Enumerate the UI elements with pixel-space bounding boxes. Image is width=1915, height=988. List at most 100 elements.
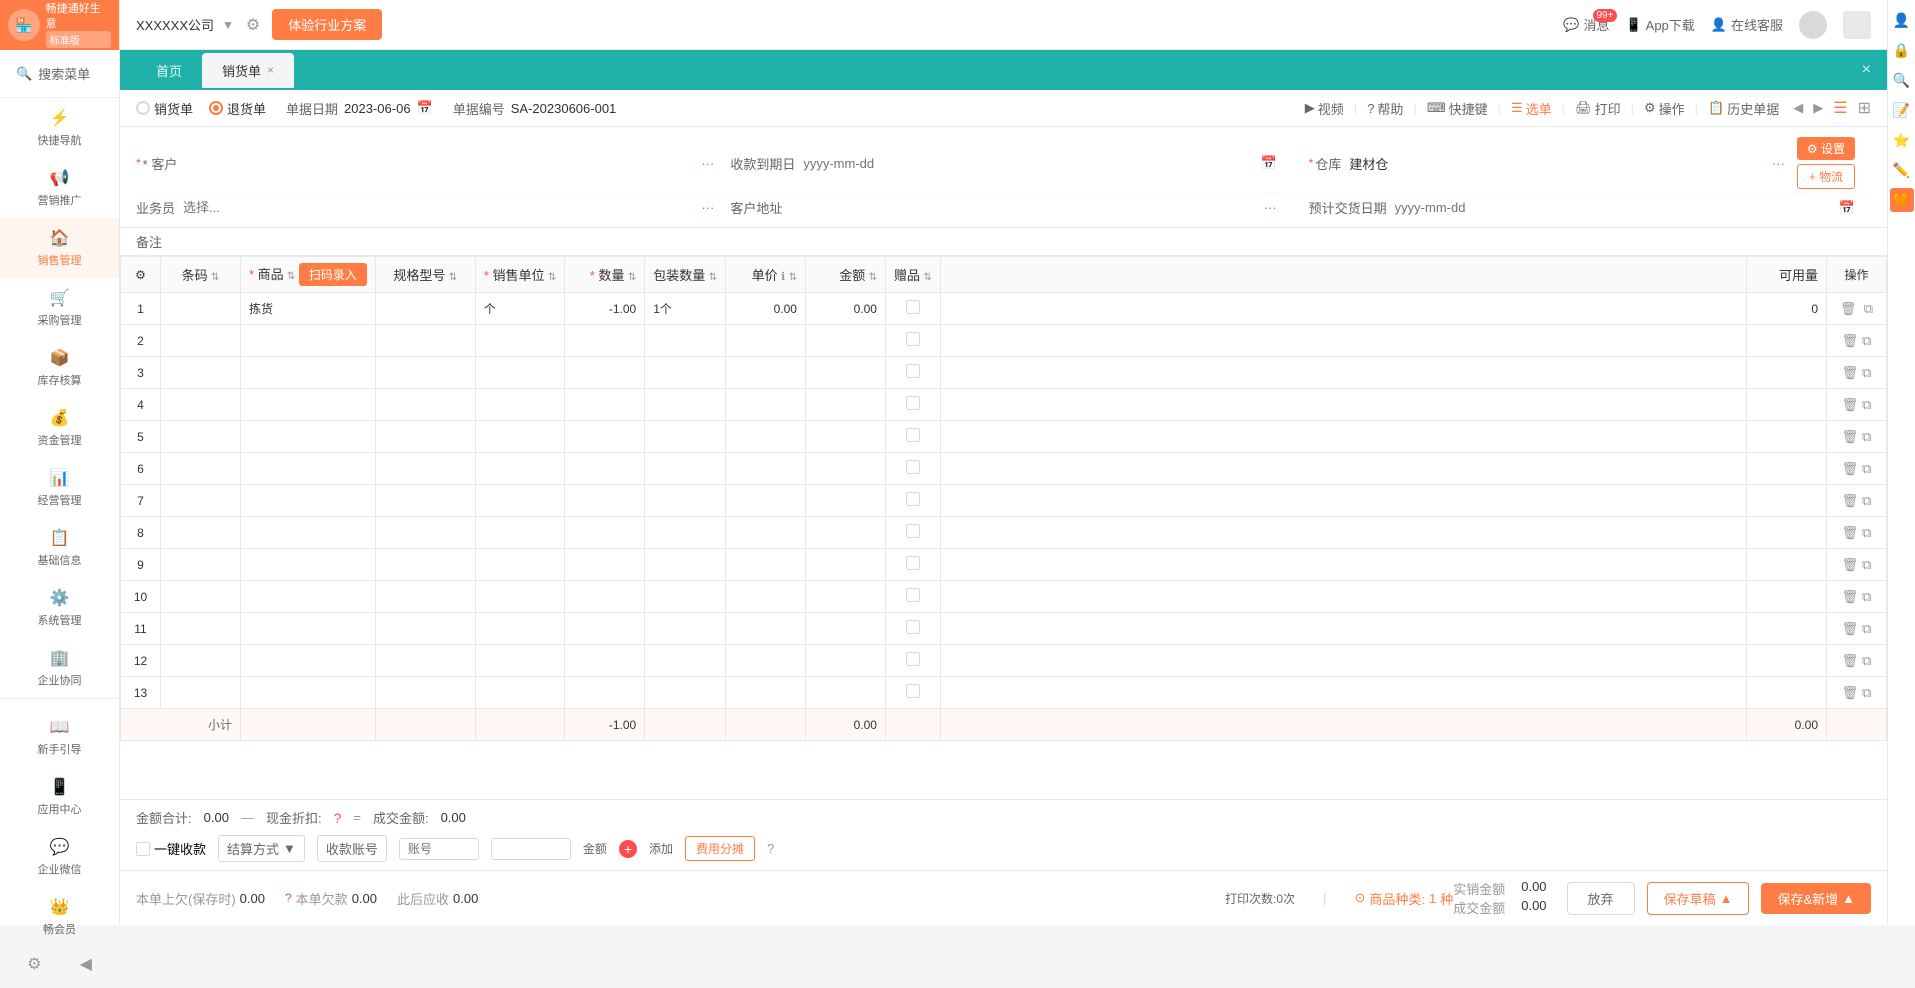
logistics-btn[interactable]: + 物流 (1797, 164, 1855, 189)
customer-input[interactable] (185, 156, 697, 171)
app-download-btn[interactable]: 📱 App下载 (1625, 15, 1694, 34)
sidebar-item-marketing[interactable]: 📢 营销推广 (0, 158, 119, 218)
delete-row-btn[interactable]: 🗑 (1842, 557, 1859, 572)
sidebar-item-guide[interactable]: 📖 新手引导 (0, 707, 119, 767)
nav-prev[interactable]: ◀ (1793, 100, 1803, 116)
search-menu-item[interactable]: 🔍 搜索菜单 (8, 58, 111, 89)
delete-row-btn[interactable]: 🗑 (1842, 493, 1859, 508)
trial-btn[interactable]: 体验行业方案 (272, 9, 382, 40)
save-new-btn[interactable]: 保存&新增 ▲ (1761, 883, 1871, 914)
payment-due-calendar-icon[interactable]: 📅 (1260, 155, 1276, 171)
sidebar-item-member[interactable]: 👑 畅会员 (0, 887, 119, 947)
tab-close-all[interactable]: × (1842, 61, 1871, 79)
delete-row-btn[interactable]: 🗑 (1842, 653, 1859, 668)
operate-link[interactable]: ⚙ 操作 (1644, 99, 1685, 118)
account-number-input[interactable] (399, 838, 479, 860)
copy-row-btn[interactable]: ⧉ (1862, 557, 1871, 572)
gift-checkbox[interactable] (906, 652, 920, 666)
delete-row-btn[interactable]: 🗑 (1842, 333, 1859, 348)
return-order-radio[interactable]: 退货单 (209, 99, 266, 118)
payment-method-select[interactable]: 结算方式 ▼ (218, 835, 305, 862)
panel-active-icon[interactable]: 🧡 (1890, 188, 1914, 212)
company-selector[interactable]: XXXXXX公司 ▼ (136, 15, 234, 34)
copy-row-btn[interactable]: ⧉ (1862, 429, 1871, 444)
doc-date-calendar-icon[interactable]: 📅 (417, 100, 433, 116)
sidebar-item-finance[interactable]: 💰 资金管理 (0, 398, 119, 458)
delete-row-btn[interactable]: 🗑 (1842, 525, 1859, 540)
abandon-btn[interactable]: 放弃 (1567, 882, 1635, 915)
user-avatar[interactable] (1799, 11, 1827, 39)
delivery-date-input[interactable] (1395, 200, 1839, 215)
print-link[interactable]: 🖨 打印 (1575, 99, 1621, 118)
sidebar-item-appstore[interactable]: 📱 应用中心 (0, 767, 119, 827)
price-info-icon[interactable]: ℹ (781, 271, 785, 283)
help-link[interactable]: ? 帮助 (1367, 99, 1403, 118)
copy-row-btn[interactable]: ⧉ (1864, 301, 1873, 316)
sidebar-item-basic[interactable]: 📋 基础信息 (0, 518, 119, 578)
delete-row-btn[interactable]: 🗑 (1842, 461, 1859, 476)
sidebar-item-wechat[interactable]: 💬 企业微信 (0, 827, 119, 887)
history-link[interactable]: 📋 历史单据 (1708, 99, 1779, 118)
expense-split-btn[interactable]: 费用分摊 (685, 836, 755, 861)
gift-checkbox[interactable] (906, 428, 920, 442)
gift-checkbox[interactable] (906, 332, 920, 346)
nav-next[interactable]: ▶ (1813, 100, 1823, 116)
panel-note-icon[interactable]: 📝 (1890, 98, 1914, 122)
sidebar-item-sales[interactable]: 🏠 销售管理 (0, 218, 119, 278)
video-link[interactable]: ▶ 视频 (1305, 99, 1344, 118)
save-draft-btn[interactable]: 保存草稿 ▲ (1647, 882, 1750, 915)
note-input[interactable] (170, 234, 1871, 249)
copy-row-btn[interactable]: ⧉ (1862, 621, 1871, 636)
add-payment-btn[interactable]: + (619, 840, 637, 858)
row-product[interactable]: 拣货 (241, 293, 376, 325)
select-link[interactable]: ☰ 选单 (1511, 99, 1552, 118)
gift-checkbox[interactable] (906, 556, 920, 570)
copy-row-btn[interactable]: ⧉ (1862, 365, 1871, 380)
delete-row-btn[interactable]: 🗑 (1842, 397, 1859, 412)
tab-home[interactable]: 首页 (136, 53, 202, 88)
user-menu-btn[interactable] (1843, 11, 1871, 39)
one-click-payment-checkbox[interactable]: 一键收款 (136, 839, 206, 858)
sidebar-item-purchase[interactable]: 🛒 采购管理 (0, 278, 119, 338)
payment-help-icon[interactable]: ? (767, 841, 774, 856)
sidebar-item-enterprise[interactable]: 🏢 企业协同 (0, 638, 119, 698)
sidebar-settings-icon[interactable]: ⚙ (27, 954, 41, 974)
payment-amount-input[interactable] (491, 838, 571, 860)
settings-btn[interactable]: ⚙ 设置 (1797, 137, 1855, 160)
tab-sales-order[interactable]: 销货单 × (202, 53, 294, 88)
sidebar-item-inventory[interactable]: 📦 库存核算 (0, 338, 119, 398)
view-list-icon[interactable]: ☰ (1833, 98, 1847, 118)
sidebar-item-system[interactable]: ⚙️ 系统管理 (0, 578, 119, 638)
sales-order-radio[interactable]: 销货单 (136, 99, 193, 118)
delete-row-btn[interactable]: 🗑 (1842, 429, 1859, 444)
copy-row-btn[interactable]: ⧉ (1862, 685, 1871, 700)
salesperson-input[interactable] (183, 200, 701, 215)
copy-row-btn[interactable]: ⧉ (1862, 397, 1871, 412)
delete-row-btn[interactable]: 🗑 (1842, 365, 1859, 380)
gift-checkbox[interactable] (906, 524, 920, 538)
sidebar-item-operations[interactable]: 📊 经营管理 (0, 458, 119, 518)
scan-btn[interactable]: 扫码录入 (299, 263, 367, 286)
topbar-gear-icon[interactable]: ⚙ (246, 15, 260, 35)
panel-lock-icon[interactable]: 🔒 (1890, 38, 1914, 62)
delete-row-btn[interactable]: 🗑 (1842, 589, 1859, 604)
gift-checkbox[interactable] (906, 460, 920, 474)
delete-row-btn[interactable]: 🗑 (1842, 685, 1859, 700)
sidebar-item-quick-nav[interactable]: ⚡ 快捷导航 (0, 98, 119, 158)
delete-row-btn[interactable]: 🗑 (1842, 621, 1859, 636)
copy-row-btn[interactable]: ⧉ (1862, 461, 1871, 476)
row-price[interactable]: 0.00 (725, 293, 805, 325)
sidebar-collapse-icon[interactable]: ◀ (80, 954, 92, 974)
gift-checkbox[interactable] (906, 300, 920, 314)
gift-checkbox[interactable] (906, 492, 920, 506)
panel-search-icon[interactable]: 🔍 (1890, 68, 1914, 92)
copy-row-btn[interactable]: ⧉ (1862, 493, 1871, 508)
salesperson-dots-btn[interactable]: ··· (701, 200, 714, 215)
delivery-date-calendar-icon[interactable]: 📅 (1839, 200, 1855, 216)
panel-star-icon[interactable]: ⭐ (1890, 128, 1914, 152)
gift-checkbox[interactable] (906, 684, 920, 698)
tab-sales-order-close[interactable]: × (267, 63, 274, 77)
gift-checkbox[interactable] (906, 364, 920, 378)
row-qty[interactable]: -1.00 (565, 293, 645, 325)
view-grid-icon[interactable]: ⊞ (1858, 98, 1871, 118)
